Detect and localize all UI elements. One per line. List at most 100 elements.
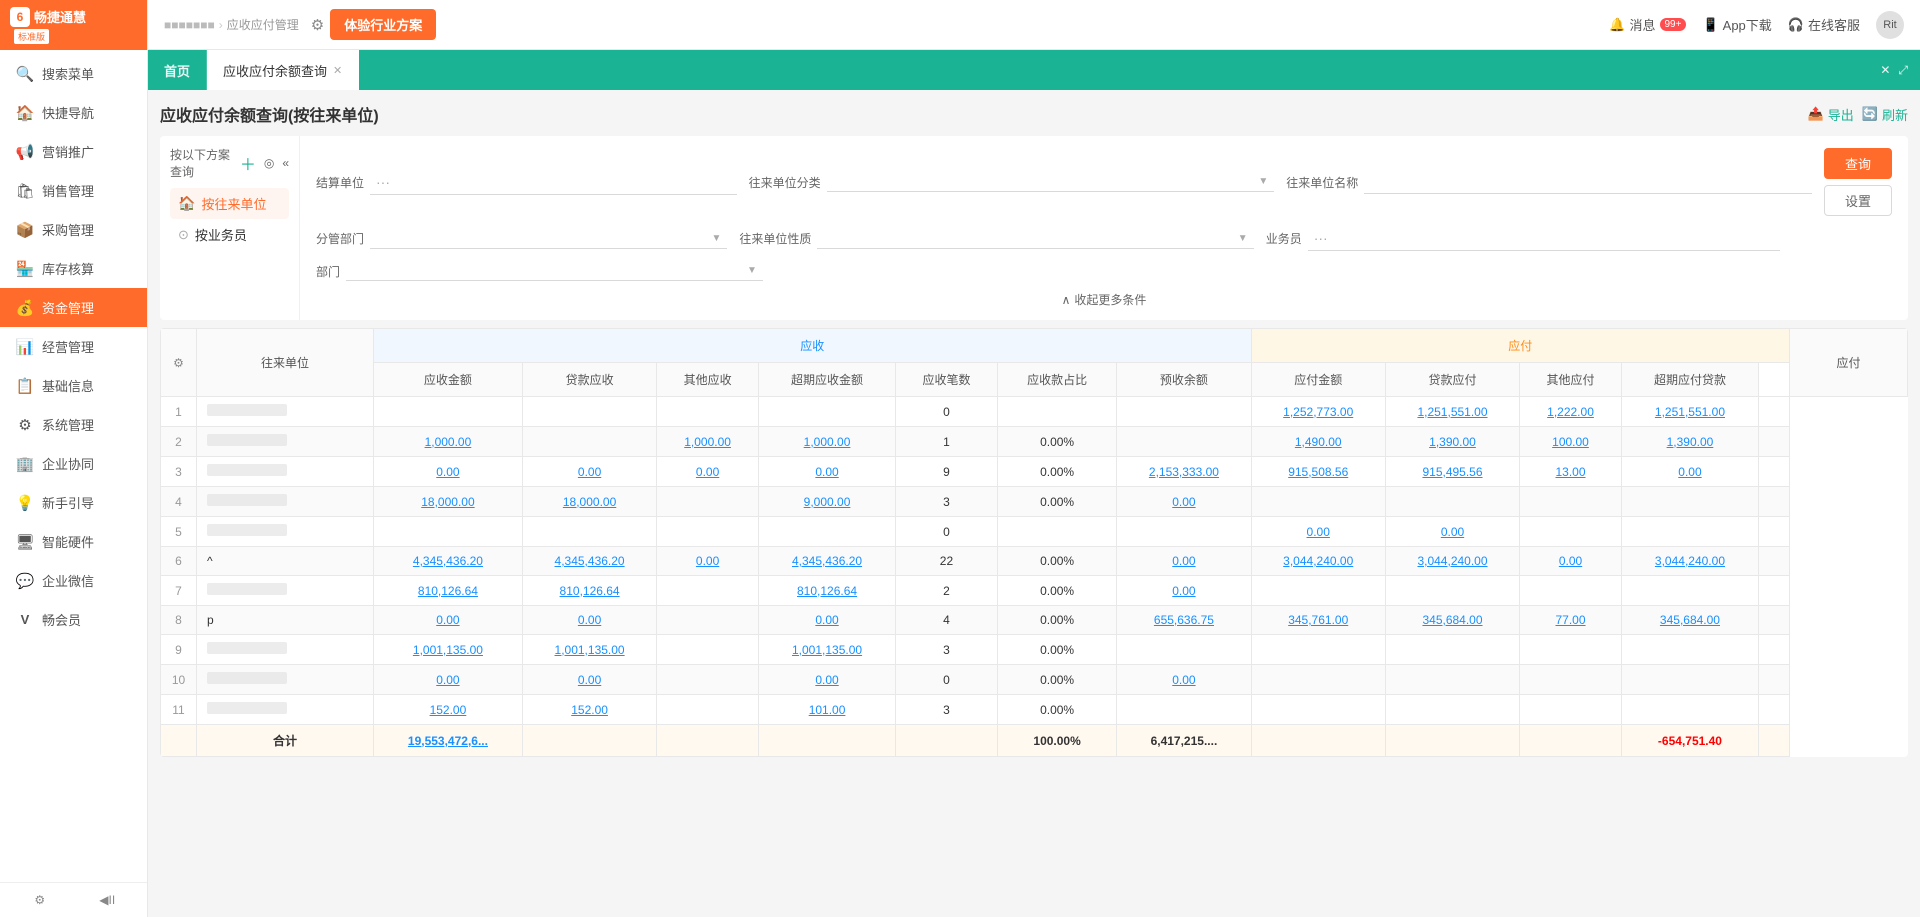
refresh-button[interactable]: 🔄 刷新 (1862, 105, 1908, 124)
ar_prepaid-cell[interactable]: 655,636.75 (1117, 606, 1251, 635)
ar_other-cell[interactable] (657, 576, 759, 606)
ap_amount-cell[interactable]: 3,044,240.00 (1251, 547, 1385, 576)
export-button[interactable]: 📤 导出 (1808, 105, 1854, 124)
ar_loan-cell[interactable]: 18,000.00 (522, 487, 656, 517)
ar_loan-cell[interactable]: 4,345,436.20 (522, 547, 656, 576)
ar_loan-cell[interactable]: 0.00 (522, 606, 656, 635)
ap_other-cell[interactable]: 77.00 (1520, 606, 1622, 635)
ar_loan-cell[interactable]: 152.00 (522, 695, 656, 725)
ap_overdue-cell[interactable]: 1,251,551.00 (1621, 397, 1758, 427)
ap_amount-cell[interactable]: 915,508.56 (1251, 457, 1385, 487)
ar_overdue-cell[interactable]: 1,001,135.00 (758, 635, 895, 665)
ar_other-cell[interactable] (657, 606, 759, 635)
tab-home[interactable]: 首页 (148, 50, 207, 90)
ap_overdue-cell[interactable]: 0.00 (1621, 457, 1758, 487)
ap_overdue-cell[interactable]: 1,390.00 (1621, 427, 1758, 457)
tab-close-window-btn[interactable]: ✕ (1880, 63, 1890, 77)
tab-close-btn[interactable]: ✕ (333, 64, 342, 77)
ap_overdue-cell[interactable] (1621, 517, 1758, 547)
ap_other-cell[interactable] (1520, 665, 1622, 695)
ap_loan-cell[interactable]: 1,251,551.00 (1385, 397, 1519, 427)
sidebar-item-search-menu[interactable]: 🔍 搜索菜单 (0, 54, 147, 93)
ap_other-cell[interactable] (1520, 517, 1622, 547)
ar_amount-cell[interactable]: 152.00 (373, 695, 522, 725)
message-btn[interactable]: 🔔 消息 99+ (1609, 15, 1686, 34)
ap_loan-cell[interactable] (1385, 576, 1519, 606)
sidebar-item-guide[interactable]: 💡 新手引导 (0, 483, 147, 522)
ar_loan-cell[interactable]: 0.00 (522, 665, 656, 695)
ar_amount-cell[interactable]: 4,345,436.20 (373, 547, 522, 576)
ar_other-cell[interactable] (657, 517, 759, 547)
ar_overdue-cell[interactable]: 9,000.00 (758, 487, 895, 517)
ap_other-cell[interactable] (1520, 576, 1622, 606)
set-button[interactable]: 设置 (1824, 185, 1892, 216)
ar_loan-cell[interactable]: 0.00 (522, 457, 656, 487)
ar_prepaid-cell[interactable]: 0.00 (1117, 665, 1251, 695)
add-query-btn[interactable]: ＋ (240, 151, 256, 175)
ap_overdue-cell[interactable] (1621, 487, 1758, 517)
ap_other-cell[interactable]: 100.00 (1520, 427, 1622, 457)
ar_prepaid-cell[interactable] (1117, 517, 1251, 547)
unit-name-input[interactable] (1364, 171, 1812, 194)
user-avatar[interactable]: Rit (1876, 11, 1904, 39)
sidebar-item-marketing[interactable]: 📢 营销推广 (0, 132, 147, 171)
query-collapse-icon[interactable]: « (282, 156, 289, 170)
query-button[interactable]: 查询 (1824, 148, 1892, 179)
dept-mgr-select[interactable]: ▼ (370, 229, 727, 249)
ap_amount-cell[interactable] (1251, 487, 1385, 517)
ar_overdue-cell[interactable] (758, 397, 895, 427)
online-service-btn[interactable]: 🎧 在线客服 (1788, 15, 1860, 34)
sidebar-item-smart-hw[interactable]: 🖥 智能硬件 (0, 522, 147, 561)
ap_amount-cell[interactable]: 345,761.00 (1251, 606, 1385, 635)
ar_overdue-cell[interactable]: 0.00 (758, 457, 895, 487)
sidebar-item-operation[interactable]: 📊 经营管理 (0, 327, 147, 366)
solution-button[interactable]: 体验行业方案 (330, 9, 436, 40)
ar_prepaid-cell[interactable] (1117, 397, 1251, 427)
ar_amount-cell[interactable]: 0.00 (373, 665, 522, 695)
ap_overdue-cell[interactable]: 345,684.00 (1621, 606, 1758, 635)
ar_loan-cell[interactable] (522, 427, 656, 457)
ap_amount-cell[interactable] (1251, 665, 1385, 695)
footer-collapse-btn[interactable]: ◀II (78, 893, 138, 907)
ar_loan-cell[interactable]: 810,126.64 (522, 576, 656, 606)
ap_loan-cell[interactable]: 1,390.00 (1385, 427, 1519, 457)
ap_overdue-cell[interactable] (1621, 695, 1758, 725)
unit-category-select[interactable]: ▼ (827, 172, 1275, 192)
ap_amount-cell[interactable] (1251, 635, 1385, 665)
ar_amount-cell[interactable]: 18,000.00 (373, 487, 522, 517)
ar_amount-cell[interactable]: 1,001,135.00 (373, 635, 522, 665)
ar_other-cell[interactable] (657, 487, 759, 517)
sidebar-item-purchase[interactable]: 📦 采购管理 (0, 210, 147, 249)
ar_overdue-cell[interactable]: 0.00 (758, 606, 895, 635)
ar_amount-cell[interactable]: 810,126.64 (373, 576, 522, 606)
topbar-gear-btn[interactable]: ⚙ (311, 16, 324, 34)
ap_other-cell[interactable] (1520, 635, 1622, 665)
form-collapse-btn[interactable]: ∧ 收起更多条件 (316, 291, 1892, 308)
ap_overdue-cell[interactable] (1621, 576, 1758, 606)
ap_amount-cell[interactable]: 1,252,773.00 (1251, 397, 1385, 427)
ar_other-cell[interactable] (657, 397, 759, 427)
sidebar-item-sys-admin[interactable]: ⚙ 系统管理 (0, 405, 147, 444)
ar_other-cell[interactable]: 1,000.00 (657, 427, 759, 457)
salesperson-input[interactable]: ··· (1308, 226, 1780, 251)
ar_prepaid-cell[interactable]: 0.00 (1117, 487, 1251, 517)
ap_other-cell[interactable]: 1,222.00 (1520, 397, 1622, 427)
unit-nature-select[interactable]: ▼ (817, 229, 1253, 249)
ap_loan-cell[interactable] (1385, 635, 1519, 665)
footer-settings-btn[interactable]: ⚙ (10, 893, 70, 907)
ap_loan-cell[interactable] (1385, 665, 1519, 695)
ar_amount-cell[interactable]: 1,000.00 (373, 427, 522, 457)
ap_loan-cell[interactable]: 0.00 (1385, 517, 1519, 547)
app-download-btn[interactable]: 📱 App下载 (1702, 15, 1771, 34)
ar_other-cell[interactable] (657, 635, 759, 665)
ar_overdue-cell[interactable]: 0.00 (758, 665, 895, 695)
ar_amount-cell[interactable]: 0.00 (373, 606, 522, 635)
ap_amount-cell[interactable] (1251, 695, 1385, 725)
dept-select[interactable]: ▼ (346, 261, 763, 281)
ar_prepaid-cell[interactable] (1117, 635, 1251, 665)
ar_overdue-cell[interactable]: 810,126.64 (758, 576, 895, 606)
ar_prepaid-cell[interactable] (1117, 695, 1251, 725)
ap_overdue-cell[interactable]: 3,044,240.00 (1621, 547, 1758, 576)
sidebar-item-sales[interactable]: 🛍 销售管理 (0, 171, 147, 210)
tab-ar-ap[interactable]: 应收应付余额查询 ✕ (207, 50, 359, 90)
